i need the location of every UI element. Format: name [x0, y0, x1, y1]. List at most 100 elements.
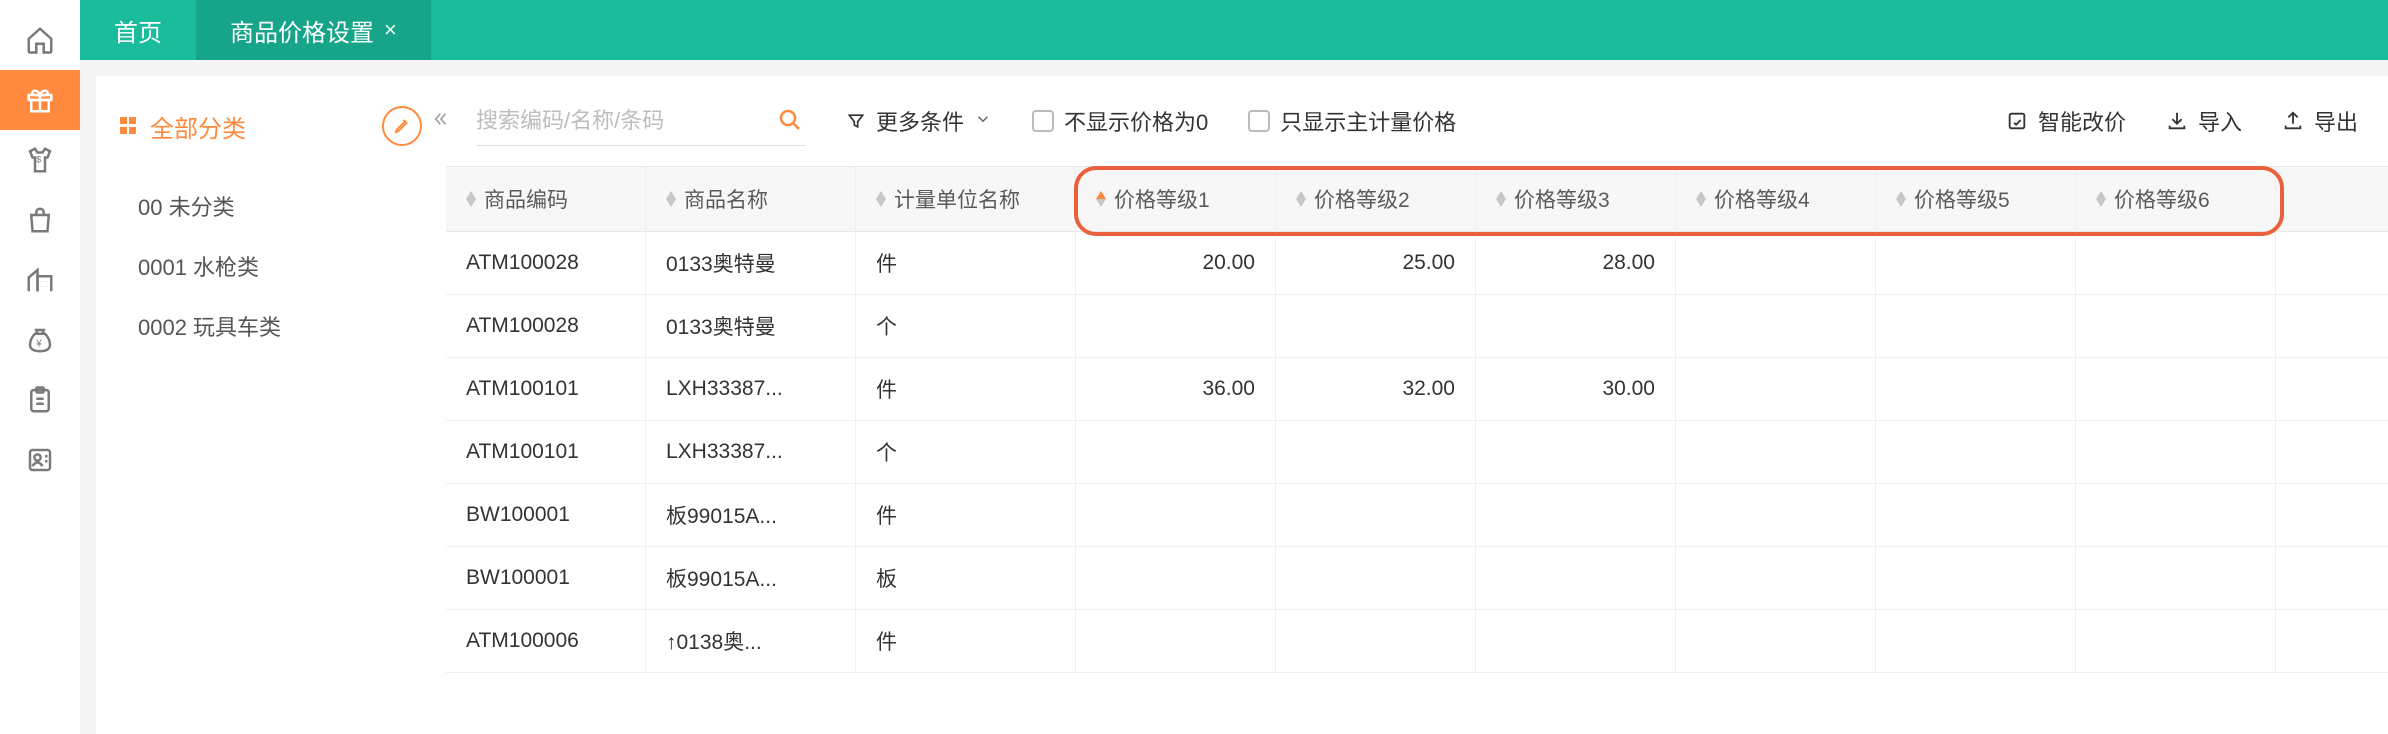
cell-code: BW100001: [446, 547, 646, 609]
cell-unit: 个: [856, 295, 1076, 357]
cell-p4[interactable]: [1676, 295, 1876, 357]
cell-p3[interactable]: [1476, 610, 1676, 672]
cell-p4[interactable]: [1676, 232, 1876, 294]
contact-icon: [25, 445, 55, 475]
column-header-price6[interactable]: 价格等级6: [2076, 167, 2276, 231]
shirt-icon: $: [25, 145, 55, 175]
cell-p6[interactable]: [2076, 232, 2276, 294]
nav-money[interactable]: ¥: [0, 310, 80, 370]
cell-p1[interactable]: [1076, 421, 1276, 483]
chevron-down-icon: [974, 110, 992, 128]
cell-p2[interactable]: [1276, 610, 1476, 672]
edit-category-button[interactable]: [382, 106, 422, 146]
search-input[interactable]: [476, 96, 806, 146]
collapse-panel-button[interactable]: [432, 110, 450, 134]
cell-p5[interactable]: [1876, 547, 2076, 609]
export-button[interactable]: 导出: [2282, 105, 2358, 137]
gift-icon: [25, 85, 55, 115]
column-header-price5[interactable]: 价格等级5: [1876, 167, 2076, 231]
cell-p4[interactable]: [1676, 358, 1876, 420]
cell-p3[interactable]: 28.00: [1476, 232, 1676, 294]
tab-home[interactable]: 首页: [80, 0, 196, 60]
table-row[interactable]: ATM100006↑0138奥...件: [446, 610, 2388, 673]
cell-p5[interactable]: [1876, 484, 2076, 546]
cell-p2[interactable]: [1276, 484, 1476, 546]
cell-p3[interactable]: [1476, 421, 1676, 483]
cell-p3[interactable]: [1476, 295, 1676, 357]
category-list: 00 未分类 0001 水枪类 0002 玩具车类: [120, 176, 422, 356]
only-main-unit-checkbox[interactable]: 只显示主计量价格: [1248, 105, 1456, 137]
nav-home[interactable]: [0, 10, 80, 70]
column-header-price4[interactable]: 价格等级4: [1676, 167, 1876, 231]
cell-p6[interactable]: [2076, 610, 2276, 672]
cell-p5[interactable]: [1876, 295, 2076, 357]
table-row[interactable]: ATM100101LXH33387...件36.0032.0030.00: [446, 358, 2388, 421]
close-icon[interactable]: ×: [384, 17, 397, 43]
cell-p1[interactable]: [1076, 295, 1276, 357]
column-header-price3[interactable]: 价格等级3: [1476, 167, 1676, 231]
table-row[interactable]: BW100001板99015A...板: [446, 547, 2388, 610]
cell-p1[interactable]: [1076, 610, 1276, 672]
cell-p2[interactable]: [1276, 295, 1476, 357]
more-filters-button[interactable]: 更多条件: [846, 105, 992, 137]
cell-p2[interactable]: 32.00: [1276, 358, 1476, 420]
nav-shirt[interactable]: $: [0, 130, 80, 190]
cell-p1[interactable]: [1076, 484, 1276, 546]
cell-p3[interactable]: 30.00: [1476, 358, 1676, 420]
column-header-name[interactable]: 商品名称: [646, 167, 856, 231]
category-panel: 全部分类 00 未分类 0001 水枪类 0002 玩具车类: [96, 76, 446, 734]
table-row[interactable]: BW100001板99015A...件: [446, 484, 2388, 547]
cell-p2[interactable]: [1276, 547, 1476, 609]
cell-p6[interactable]: [2076, 547, 2276, 609]
cell-p3[interactable]: [1476, 484, 1676, 546]
import-icon: [2166, 110, 2188, 132]
cell-p1[interactable]: 20.00: [1076, 232, 1276, 294]
column-header-price2[interactable]: 价格等级2: [1276, 167, 1476, 231]
nav-building[interactable]: [0, 250, 80, 310]
cell-p6[interactable]: [2076, 484, 2276, 546]
nav-bag[interactable]: [0, 190, 80, 250]
cell-code: ATM100028: [446, 232, 646, 294]
cell-p5[interactable]: [1876, 421, 2076, 483]
cell-p3[interactable]: [1476, 547, 1676, 609]
cell-unit: 个: [856, 421, 1076, 483]
cell-p4[interactable]: [1676, 610, 1876, 672]
category-item[interactable]: 0001 水枪类: [120, 236, 422, 296]
cell-p2[interactable]: [1276, 421, 1476, 483]
category-all-label[interactable]: 全部分类: [150, 109, 246, 144]
nav-clipboard[interactable]: [0, 370, 80, 430]
cell-p5[interactable]: [1876, 610, 2076, 672]
cell-p1[interactable]: 36.00: [1076, 358, 1276, 420]
cell-name: 板99015A...: [646, 547, 856, 609]
table-header: 商品编码 商品名称 计量单位名称 价格等级1 价格等级2 价格等级3 价格等级4…: [446, 166, 2388, 232]
nav-contact[interactable]: [0, 430, 80, 490]
tab-price-settings[interactable]: 商品价格设置 ×: [196, 0, 431, 60]
cell-p1[interactable]: [1076, 547, 1276, 609]
cell-p5[interactable]: [1876, 232, 2076, 294]
smart-price-button[interactable]: 智能改价: [2006, 105, 2126, 137]
table-row[interactable]: ATM100101LXH33387...个: [446, 421, 2388, 484]
nav-gift[interactable]: [0, 70, 80, 130]
column-header-code[interactable]: 商品编码: [446, 167, 646, 231]
cell-p4[interactable]: [1676, 547, 1876, 609]
search-button[interactable]: [778, 108, 802, 138]
table-body: ATM1000280133奥特曼件20.0025.0028.00ATM10002…: [446, 232, 2388, 673]
cell-name: LXH33387...: [646, 421, 856, 483]
cell-p4[interactable]: [1676, 484, 1876, 546]
column-header-unit[interactable]: 计量单位名称: [856, 167, 1076, 231]
category-item[interactable]: 0002 玩具车类: [120, 296, 422, 356]
cell-p6[interactable]: [2076, 421, 2276, 483]
hide-zero-checkbox[interactable]: 不显示价格为0: [1032, 105, 1208, 137]
cell-p4[interactable]: [1676, 421, 1876, 483]
button-label: 智能改价: [2038, 105, 2126, 137]
cell-p2[interactable]: 25.00: [1276, 232, 1476, 294]
table-row[interactable]: ATM1000280133奥特曼个: [446, 295, 2388, 358]
cell-p6[interactable]: [2076, 295, 2276, 357]
import-button[interactable]: 导入: [2166, 105, 2242, 137]
category-item[interactable]: 00 未分类: [120, 176, 422, 236]
cell-name: 0133奥特曼: [646, 295, 856, 357]
column-header-price1[interactable]: 价格等级1: [1076, 167, 1276, 231]
table-row[interactable]: ATM1000280133奥特曼件20.0025.0028.00: [446, 232, 2388, 295]
cell-p5[interactable]: [1876, 358, 2076, 420]
cell-p6[interactable]: [2076, 358, 2276, 420]
